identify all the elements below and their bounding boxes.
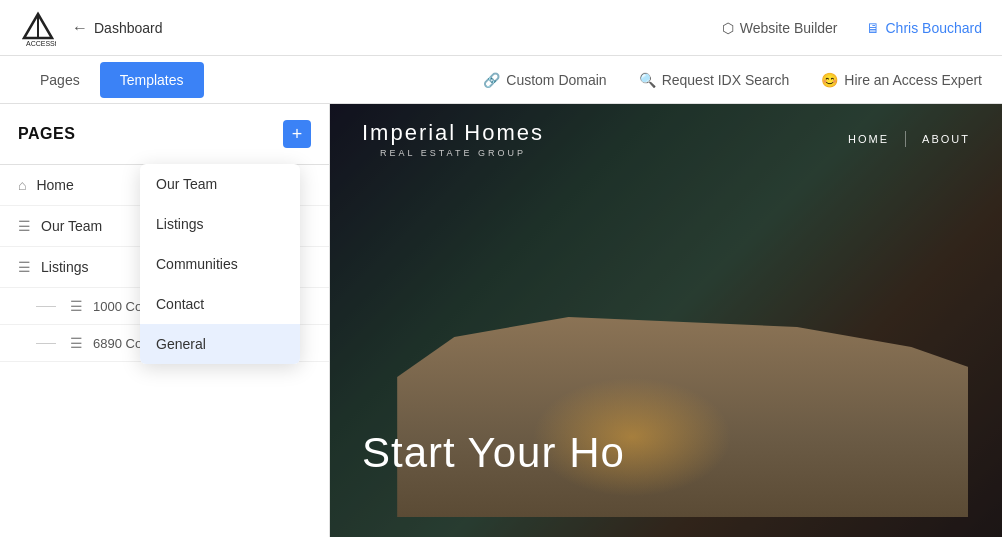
dropdown-item-communities[interactable]: Communities [140,244,300,284]
custom-domain-link[interactable]: 🔗 Custom Domain [483,72,606,88]
website-builder-icon: ⬡ [722,20,734,36]
preview-brand-sub: REAL ESTATE GROUP [362,148,544,158]
dropdown-item-general[interactable]: General [140,324,300,364]
hero-text-label: Start Your Ho [362,429,625,476]
preview-nav-about: ABOUT [922,133,970,145]
website-builder-label: Website Builder [740,20,838,36]
dropdown-listings-label: Listings [156,216,203,232]
preview-nav-links: HOME ABOUT [848,131,970,147]
custom-domain-label: Custom Domain [506,72,606,88]
add-page-button[interactable]: + [283,120,311,148]
tab-templates[interactable]: Templates [100,62,204,98]
hire-expert-link[interactable]: 😊 Hire an Access Expert [821,72,982,88]
preview-background: Imperial Homes REAL ESTATE GROUP HOME AB… [330,104,1002,537]
preview-navbar: Imperial Homes REAL ESTATE GROUP HOME AB… [330,120,1002,158]
plus-icon: + [292,125,303,143]
main-content: PAGES + ⌂ Home ☰ Our Team ☰ Listings ☰ 1… [0,104,1002,537]
page-icon: ☰ [18,218,31,234]
preview-hero-text: Start Your Ho [362,429,625,477]
tab-templates-label: Templates [120,72,184,88]
request-idx-label: Request IDX Search [662,72,790,88]
dropdown-item-contact[interactable]: Contact [140,284,300,324]
expert-icon: 😊 [821,72,838,88]
top-bar-left: ACCESSfirst ← Dashboard [20,10,163,46]
nav-right-links: 🔗 Custom Domain 🔍 Request IDX Search 😊 H… [483,72,982,88]
monitor-icon: 🖥 [866,20,880,36]
search-icon: 🔍 [639,72,656,88]
building-image [397,317,968,517]
preview-nav-divider [905,131,906,147]
dropdown-communities-label: Communities [156,256,238,272]
sidebar: PAGES + ⌂ Home ☰ Our Team ☰ Listings ☰ 1… [0,104,330,537]
dropdown-our-team-label: Our Team [156,176,217,192]
nav-bar: Pages Templates 🔗 Custom Domain 🔍 Reques… [0,56,1002,104]
country-side-icon: ☰ [70,335,83,351]
dropdown-contact-label: Contact [156,296,204,312]
user-profile-link[interactable]: 🖥 Chris Bouchard [866,20,983,36]
our-team-label: Our Team [41,218,102,234]
preview-nav-home: HOME [848,133,889,145]
back-label: Dashboard [94,20,163,36]
website-builder-link[interactable]: ⬡ Website Builder [722,20,838,36]
user-label: Chris Bouchard [886,20,983,36]
listings-icon: ☰ [18,259,31,275]
hire-expert-label: Hire an Access Expert [844,72,982,88]
dropdown-item-listings[interactable]: Listings [140,204,300,244]
tab-pages-label: Pages [40,72,80,88]
preview-area: Imperial Homes REAL ESTATE GROUP HOME AB… [330,104,1002,537]
home-icon: ⌂ [18,177,26,193]
sidebar-title: PAGES [18,125,75,143]
preview-brand: Imperial Homes REAL ESTATE GROUP [362,120,544,158]
sidebar-header: PAGES + [0,104,329,165]
top-bar: ACCESSfirst ← Dashboard ⬡ Website Builde… [0,0,1002,56]
dropdown-item-our-team[interactable]: Our Team [140,164,300,204]
top-bar-right: ⬡ Website Builder 🖥 Chris Bouchard [722,20,982,36]
svg-text:ACCESSfirst: ACCESSfirst [26,40,56,46]
sub-line2-icon [36,343,56,344]
sub-line-icon [36,306,56,307]
listings-label: Listings [41,259,88,275]
dropdown-general-label: General [156,336,206,352]
request-idx-link[interactable]: 🔍 Request IDX Search [639,72,790,88]
coopertown-icon: ☰ [70,298,83,314]
dropdown-menu: Our Team Listings Communities Contact Ge… [140,164,300,364]
home-label: Home [36,177,73,193]
tab-pages[interactable]: Pages [20,62,100,98]
back-arrow-icon: ← [72,19,88,37]
link-icon: 🔗 [483,72,500,88]
preview-brand-name: Imperial Homes [362,120,544,146]
back-button[interactable]: ← Dashboard [72,19,163,37]
logo-icon: ACCESSfirst [20,10,56,46]
